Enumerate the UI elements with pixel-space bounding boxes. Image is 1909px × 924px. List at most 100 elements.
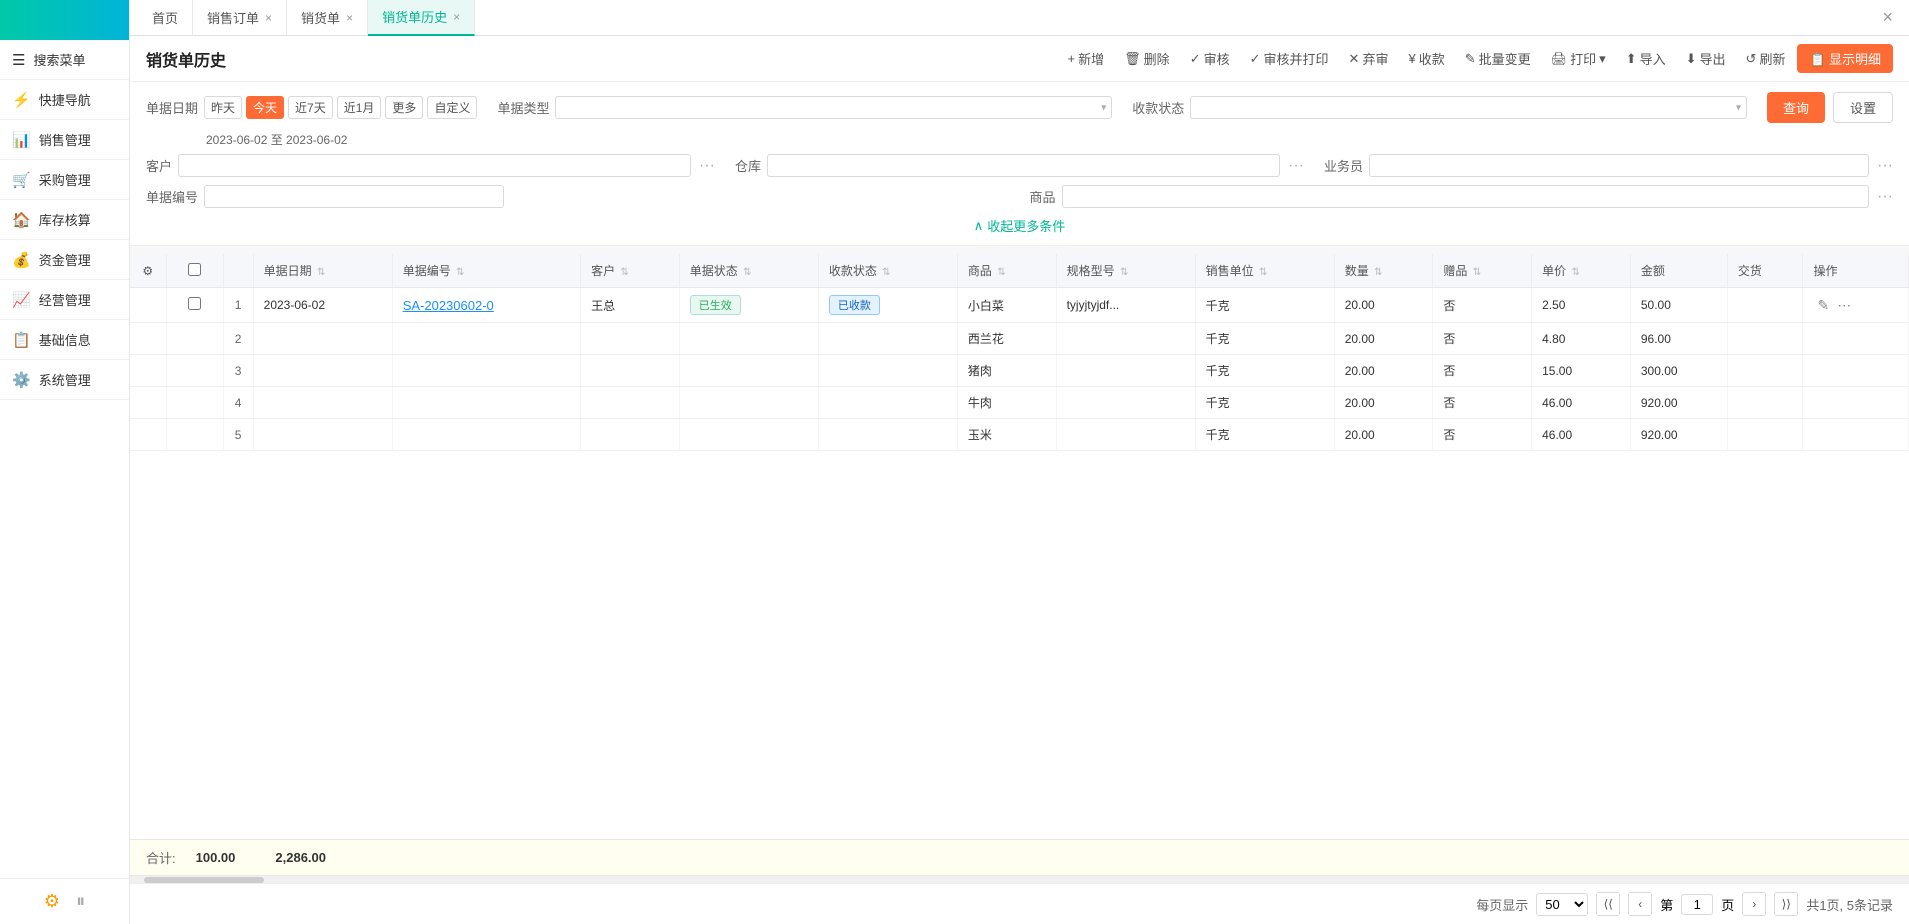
sidebar-item-search-menu[interactable]: ☰ 搜索菜单 <box>0 40 129 80</box>
page-next-btn[interactable]: › <box>1742 892 1766 916</box>
sidebar-item-label: 基础信息 <box>39 330 91 349</box>
th-doc-date[interactable]: 单据日期 ⇅ <box>253 254 392 288</box>
tab-sales-goods-close[interactable]: × <box>346 11 353 25</box>
warehouse-input[interactable] <box>767 154 1280 177</box>
salesperson-input[interactable] <box>1369 154 1869 177</box>
doc-no-input[interactable] <box>204 185 504 208</box>
export-button[interactable]: ⬇ 导出 <box>1678 45 1734 72</box>
row-num: 2 <box>223 323 253 355</box>
th-transaction[interactable]: 交货 <box>1727 254 1803 288</box>
th-doc-no[interactable]: 单据编号 ⇅ <box>392 254 580 288</box>
doc-no-link[interactable]: SA-20230602-0 <box>403 298 494 313</box>
row-settings-cell <box>130 323 166 355</box>
doc-type-select[interactable] <box>555 96 1112 119</box>
th-qty[interactable]: 数量 ⇅ <box>1334 254 1433 288</box>
batch-change-button[interactable]: ✎ 批量变更 <box>1457 45 1539 72</box>
th-doc-status[interactable]: 单据状态 ⇅ <box>679 254 818 288</box>
goods-input[interactable] <box>1062 185 1870 208</box>
delete-button[interactable]: 🗑 删除 <box>1116 45 1178 72</box>
row-doc-no <box>392 387 580 419</box>
sidebar-item-purchase-mgmt[interactable]: 🛒 采购管理 <box>0 160 129 200</box>
date-btn-today[interactable]: 今天 <box>246 96 284 119</box>
show-detail-button[interactable]: 📋 显示明细 <box>1797 44 1893 73</box>
date-btn-7days[interactable]: 近7天 <box>288 96 333 119</box>
query-button[interactable]: 查询 <box>1767 92 1825 123</box>
date-btn-more[interactable]: 更多 <box>385 96 423 119</box>
row-collect-status <box>818 323 957 355</box>
audit-print-button[interactable]: ✓ 审核并打印 <box>1242 45 1337 72</box>
row-customer <box>581 355 680 387</box>
tab-sales-history-close[interactable]: × <box>453 10 460 24</box>
total-amount-value: 2,286.00 <box>275 850 326 865</box>
th-gift[interactable]: 赠品 ⇅ <box>1433 254 1532 288</box>
refresh-button[interactable]: ↺ 刷新 <box>1738 45 1794 72</box>
tab-sales-order[interactable]: 销售订单 × <box>193 0 287 36</box>
print-button[interactable]: 🖨 打印 ▾ <box>1543 45 1614 72</box>
scrollbar-area[interactable] <box>130 875 1909 883</box>
select-all-checkbox[interactable] <box>188 263 201 276</box>
warehouse-dots[interactable]: ··· <box>1288 157 1304 175</box>
sidebar-item-finance[interactable]: 💰 资金管理 <box>0 240 129 280</box>
collect-status-select[interactable] <box>1190 96 1747 119</box>
sidebar-bottom-icon1[interactable]: ⚙ <box>44 891 60 912</box>
page-size-label: 每页显示 <box>1476 895 1528 914</box>
abandon-button[interactable]: ✕ 弃审 <box>1341 45 1397 72</box>
sidebar-item-operations[interactable]: 📈 经营管理 <box>0 280 129 320</box>
page-size-select[interactable]: 50 100 200 <box>1536 893 1588 916</box>
th-goods[interactable]: 商品 ⇅ <box>957 254 1056 288</box>
salesperson-dots[interactable]: ··· <box>1877 157 1893 175</box>
export-label: 导出 <box>1700 49 1726 68</box>
add-label: 新增 <box>1078 49 1104 68</box>
date-btn-custom[interactable]: 自定义 <box>427 96 477 119</box>
sidebar-item-quick-nav[interactable]: ⚡ 快捷导航 <box>0 80 129 120</box>
th-spec[interactable]: 规格型号 ⇅ <box>1056 254 1195 288</box>
sidebar-header <box>0 0 129 40</box>
row-checkbox-cell <box>166 387 223 419</box>
collapse-button[interactable]: ∧ 收起更多条件 <box>974 216 1066 235</box>
scrollbar-thumb[interactable] <box>144 877 264 883</box>
collect-button[interactable]: ¥ 收款 <box>1400 45 1452 72</box>
page-last-btn[interactable]: ⟩⟩ <box>1774 892 1798 916</box>
sidebar-item-sales-mgmt[interactable]: 📊 销售管理 <box>0 120 129 160</box>
customer-input[interactable] <box>178 154 691 177</box>
tab-sales-order-close[interactable]: × <box>265 11 272 25</box>
customer-label: 客户 <box>146 156 172 175</box>
row-amount: 50.00 <box>1630 288 1727 323</box>
th-unit[interactable]: 销售单位 ⇅ <box>1195 254 1334 288</box>
page-prev-btn[interactable]: ‹ <box>1628 892 1652 916</box>
main-area: 首页 销售订单 × 销货单 × 销货单历史 × × 销货单历史 + 新增 <box>130 0 1909 924</box>
sidebar-bottom-icon2[interactable]: ⏸ <box>76 891 85 912</box>
th-settings[interactable]: ⚙ <box>130 254 166 288</box>
th-customer[interactable]: 客户 ⇅ <box>581 254 680 288</box>
filter-row-2: 客户 ··· 仓库 ··· 业务员 ··· <box>146 154 1893 177</box>
sidebar-item-sys-mgmt[interactable]: ⚙️ 系统管理 <box>0 360 129 400</box>
action-edit-btn[interactable]: ✎ <box>1813 297 1833 313</box>
row-checkbox[interactable] <box>188 297 201 310</box>
customer-dots[interactable]: ··· <box>699 157 715 175</box>
row-doc-no <box>392 323 580 355</box>
tab-sales-goods[interactable]: 销货单 × <box>287 0 368 36</box>
sidebar-item-inventory[interactable]: 🏠 库存核算 <box>0 200 129 240</box>
date-btn-1month[interactable]: 近1月 <box>337 96 382 119</box>
th-price[interactable]: 单价 ⇅ <box>1532 254 1631 288</box>
th-collect-status[interactable]: 收款状态 ⇅ <box>818 254 957 288</box>
tab-close-all[interactable]: × <box>1874 7 1901 28</box>
page-current-input[interactable] <box>1681 894 1713 915</box>
tab-home[interactable]: 首页 <box>138 0 193 36</box>
goods-dots[interactable]: ··· <box>1877 188 1893 206</box>
tab-sales-history[interactable]: 销货单历史 × <box>368 0 475 36</box>
import-button[interactable]: ⬆ 导入 <box>1618 45 1674 72</box>
collapse-arrow-icon: ∧ <box>974 218 984 234</box>
th-amount[interactable]: 金额 <box>1630 254 1727 288</box>
action-more-btn[interactable]: ⋯ <box>1833 297 1855 313</box>
add-button[interactable]: + 新增 <box>1060 45 1113 72</box>
sidebar-item-label: 销售管理 <box>39 130 91 149</box>
date-btn-yesterday[interactable]: 昨天 <box>204 96 242 119</box>
settings-button[interactable]: 设置 <box>1833 92 1893 123</box>
page-first-btn[interactable]: ⟨⟨ <box>1596 892 1620 916</box>
sidebar-bottom: ⚙ ⏸ <box>0 878 129 924</box>
sidebar-item-base-info[interactable]: 📋 基础信息 <box>0 320 129 360</box>
date-label: 单据日期 <box>146 98 198 117</box>
audit-button[interactable]: ✓ 审核 <box>1182 45 1238 72</box>
row-settings-cell <box>130 419 166 451</box>
